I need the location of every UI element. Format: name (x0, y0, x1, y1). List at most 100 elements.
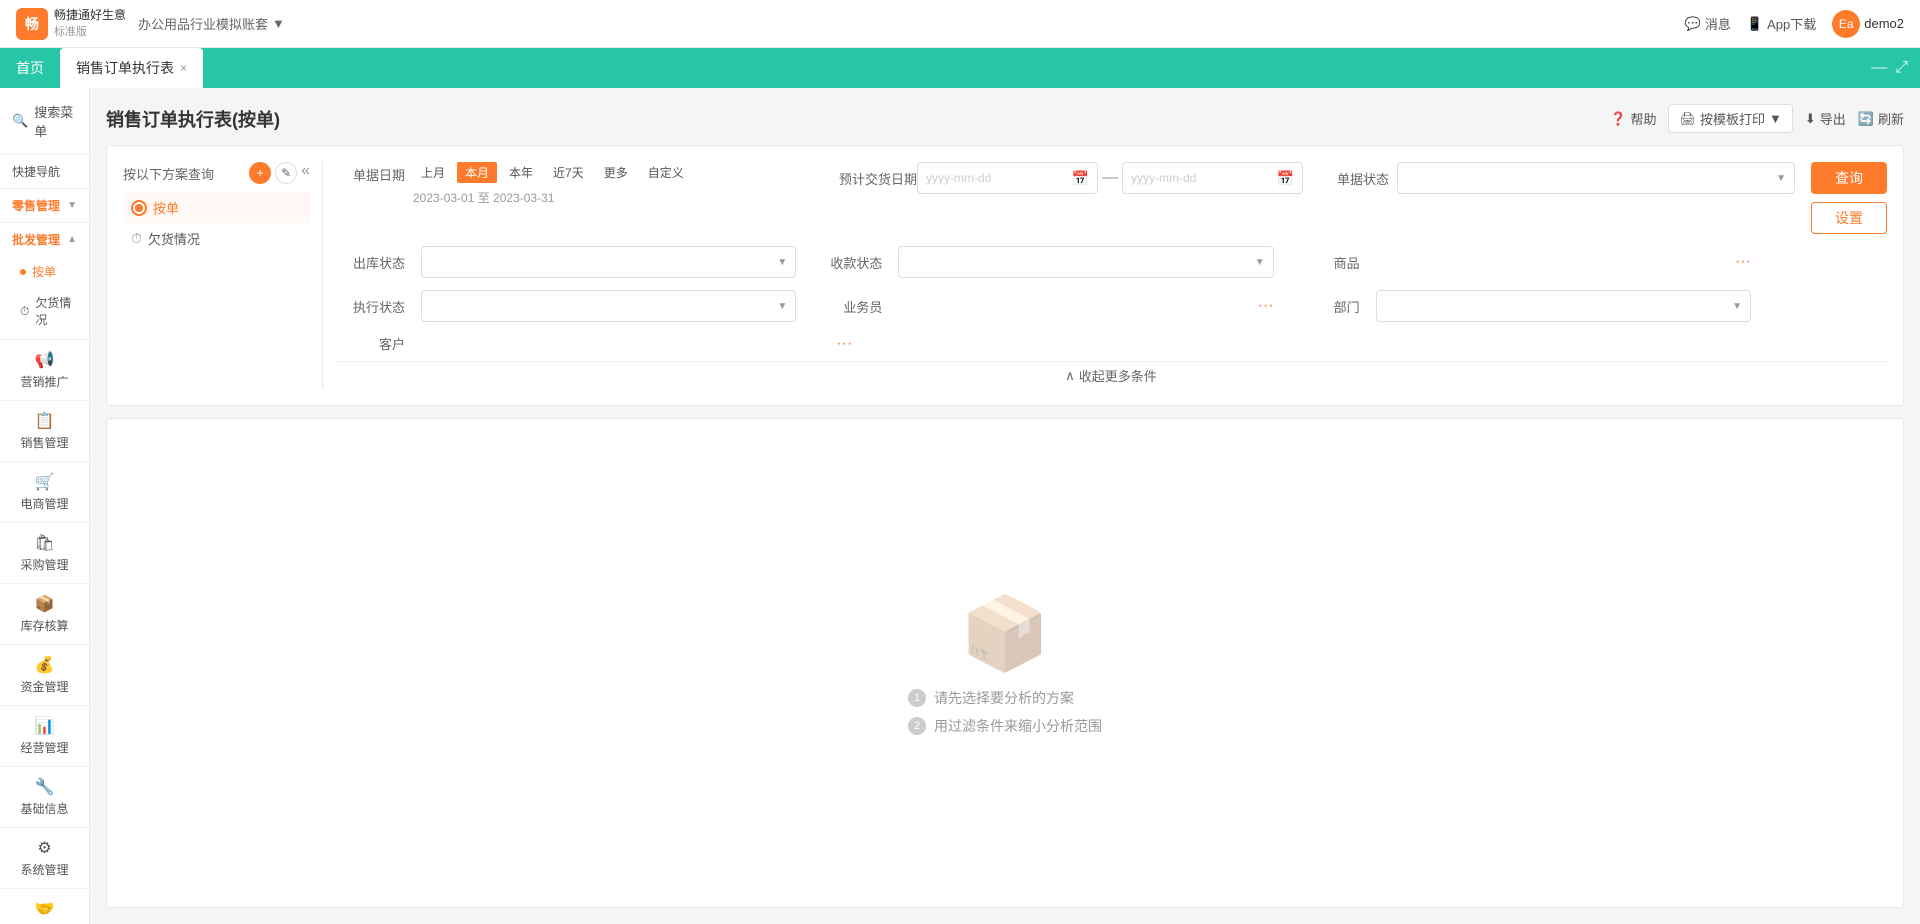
sidebar-sub-按单[interactable]: 按单 (0, 256, 89, 287)
collapse-row[interactable]: ∧ 收起更多条件 (335, 361, 1887, 389)
user-name[interactable]: demo2 (1864, 16, 1904, 31)
salesperson-more-btn[interactable]: ··· (1258, 297, 1274, 315)
collapse-side-btn[interactable]: « (301, 162, 310, 184)
sidebar-item-inventory[interactable]: 📦 库存核算 (0, 584, 89, 645)
sidebar-item-corp[interactable]: 🤝 企业协同 (0, 889, 89, 924)
add-scheme-btn[interactable]: + (249, 162, 271, 184)
customer-more-btn[interactable]: ··· (836, 335, 852, 353)
date-chip-近7天[interactable]: 近7天 (545, 162, 592, 183)
exec-status-select[interactable]: ▼ (421, 290, 796, 322)
print-icon: 🖨 (1679, 111, 1696, 127)
date-chip-自定义[interactable]: 自定义 (640, 162, 692, 183)
window-minimize-btn[interactable]: — (1871, 59, 1887, 77)
corp-icon: 🤝 (35, 899, 55, 919)
status-field: 单据状态 ▼ (1319, 162, 1795, 194)
tip-num-1: 1 (908, 689, 926, 707)
delivery-status-select[interactable]: ▼ (421, 246, 796, 278)
sidebar-item-sales[interactable]: 📋 销售管理 (0, 401, 89, 462)
message-action[interactable]: 💬 消息 (1685, 14, 1731, 33)
purchase-label: 采购管理 (20, 556, 68, 573)
nav-tabs: 首页 销售订单执行表 × — ⤢ (0, 48, 1920, 88)
tab-home-label: 首页 (16, 58, 44, 78)
status-label: 单据状态 (1319, 169, 1389, 188)
dept-select[interactable]: ▼ (1376, 290, 1751, 322)
scheme-item-按单[interactable]: 按单 (123, 192, 310, 223)
main-layout: 🔍 搜索菜单 快捷导航 零售管理 ▼ 批发管理 ▲ 按单 (0, 88, 1920, 924)
page-title-row: 销售订单执行表(按单) ❓ 帮助 🖨 按模板打印 ▼ ⬇ 导出 (106, 104, 1904, 133)
edit-scheme-btn[interactable]: ✎ (275, 162, 297, 184)
system-label: 系统管理 (20, 861, 68, 878)
status-select[interactable]: ▼ (1397, 162, 1795, 194)
breadcrumb-dropdown-icon[interactable]: ▼ (272, 16, 285, 31)
date-chip-更多[interactable]: 更多 (596, 162, 636, 183)
sidebar-group-wholesale-header[interactable]: 批发管理 ▲ (0, 223, 89, 256)
payment-arrow: ▼ (1255, 257, 1265, 268)
sidebar-item-marketing[interactable]: 📢 营销推广 (0, 340, 89, 401)
sidebar-group-retail-header[interactable]: 零售管理 ▼ (0, 189, 89, 222)
page-actions: ❓ 帮助 🖨 按模板打印 ▼ ⬇ 导出 🔄 刷新 (1610, 104, 1904, 133)
sidebar-item-system[interactable]: ⚙ 系统管理 (0, 828, 89, 889)
date-chip-上月[interactable]: 上月 (413, 162, 453, 183)
date-to-input[interactable]: yyyy-mm-dd 📅 (1122, 162, 1303, 194)
filter-side-header: 按以下方案查询 + ✎ « (123, 162, 310, 184)
user-section[interactable]: Ea demo2 (1832, 10, 1904, 38)
sales-label: 销售管理 (20, 434, 68, 451)
template-print-btn[interactable]: 🖨 按模板打印 ▼ (1668, 104, 1792, 133)
salesperson-field: 业务员 ··· (812, 297, 1273, 316)
help-label: 帮助 (1630, 109, 1656, 128)
payment-status-field: 收款状态 ▼ (812, 246, 1273, 278)
date-field-group: 单据日期 上月 本月 本年 近7天 更多 自定义 (335, 162, 811, 207)
help-btn[interactable]: ❓ 帮助 (1610, 109, 1656, 128)
app-download-action[interactable]: 📱 App下载 (1747, 14, 1816, 33)
export-btn[interactable]: ⬇ 导出 (1805, 109, 1846, 128)
payment-status-label: 收款状态 (812, 253, 882, 272)
user-avatar: Ea (1832, 10, 1860, 38)
calendar-to-icon: 📅 (1277, 170, 1294, 187)
template-print-label: 按模板打印 (1700, 109, 1765, 128)
date-from-input[interactable]: yyyy-mm-dd 📅 (917, 162, 1098, 194)
calendar-from-icon: 📅 (1072, 170, 1089, 187)
tab-sales-exec[interactable]: 销售订单执行表 × (60, 48, 203, 88)
按单-label: 按单 (32, 263, 56, 280)
breadcrumb-text: 办公用品行业模拟账套 (138, 14, 268, 33)
sidebar-group-retail: 零售管理 ▼ (0, 189, 89, 223)
query-button[interactable]: 查询 (1811, 162, 1887, 194)
setting-button[interactable]: 设置 (1811, 202, 1887, 234)
expected-date-label: 预计交货日期 (827, 169, 917, 188)
refresh-btn[interactable]: 🔄 刷新 (1858, 109, 1904, 128)
logo-app-name: 畅捷通好生意 (54, 8, 126, 24)
sidebar-group-wholesale: 批发管理 ▲ 按单 ⏱ 欠货情况 (0, 223, 89, 340)
sidebar-item-finance[interactable]: 💰 资金管理 (0, 645, 89, 706)
search-menu-item[interactable]: 🔍 搜索菜单 (0, 96, 89, 146)
date-chip-本年[interactable]: 本年 (501, 162, 541, 183)
message-label: 消息 (1705, 14, 1731, 33)
logo-area: 畅 畅捷通好生意 标准版 (16, 8, 126, 40)
goods-more-btn[interactable]: ··· (1735, 253, 1751, 271)
avatar-text: Ea (1839, 17, 1854, 31)
collapse-icon: ∧ (1065, 368, 1075, 384)
sidebar: 🔍 搜索菜单 快捷导航 零售管理 ▼ 批发管理 ▲ 按单 (0, 88, 90, 924)
export-icon: ⬇ (1805, 111, 1816, 127)
sidebar-item-operations[interactable]: 📊 经营管理 (0, 706, 89, 767)
salesperson-label: 业务员 (812, 297, 882, 316)
按单-dot (20, 269, 26, 275)
operations-icon: 📊 (35, 716, 55, 736)
sidebar-sub-欠货情况[interactable]: ⏱ 欠货情况 (0, 287, 89, 335)
tip-num-2: 2 (908, 717, 926, 735)
sidebar-item-basic[interactable]: 🔧 基础信息 (0, 767, 89, 828)
scheme-item-label-欠货情况: 欠货情况 (148, 229, 200, 248)
date-chip-本月[interactable]: 本月 (457, 162, 497, 183)
inventory-label: 库存核算 (20, 617, 68, 634)
help-icon: ❓ (1610, 111, 1626, 127)
quick-nav-item[interactable]: 快捷导航 (0, 155, 89, 189)
wholesale-arrow: ▲ (67, 234, 77, 245)
breadcrumb[interactable]: 办公用品行业模拟账套 ▼ (138, 14, 285, 33)
filter-panel: 按以下方案查询 + ✎ « 按单 (106, 145, 1904, 406)
tab-close-icon[interactable]: × (180, 61, 187, 75)
sidebar-item-purchase[interactable]: 🛍 采购管理 (0, 523, 89, 584)
sidebar-item-ecommerce[interactable]: 🛒 电商管理 (0, 462, 89, 523)
payment-status-select[interactable]: ▼ (898, 246, 1273, 278)
window-maximize-btn[interactable]: ⤢ (1895, 59, 1908, 77)
tab-home[interactable]: 首页 (0, 48, 60, 88)
scheme-item-欠货情况[interactable]: ⏱ 欠货情况 (123, 223, 310, 254)
